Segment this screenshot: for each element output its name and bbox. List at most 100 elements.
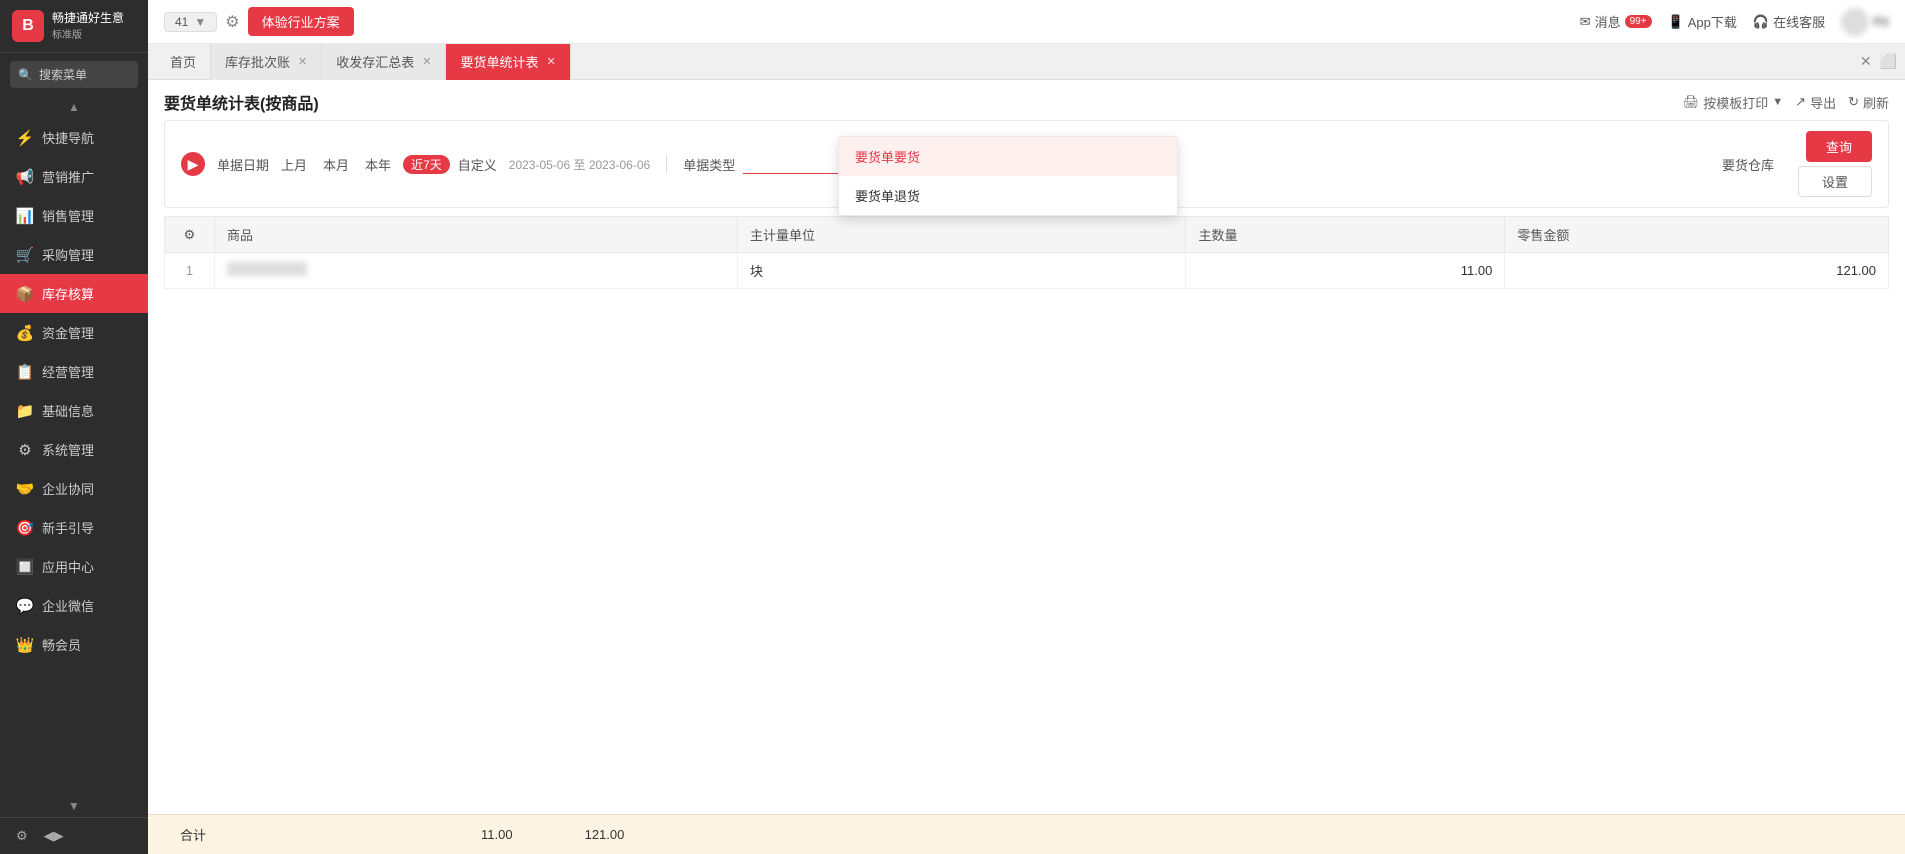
message-icon: ✉ xyxy=(1580,14,1591,30)
filter-expand-btn[interactable]: ▶ xyxy=(181,152,205,176)
this-month-btn[interactable]: 本月 xyxy=(319,153,353,176)
tabbar: 首页 库存批次账 ✕ 收发存汇总表 ✕ 要货单统计表 ✕ ✕ ⬜ xyxy=(148,44,1905,80)
sidebar-item-label: 畅会员 xyxy=(42,635,81,654)
tab-close-order-summary[interactable]: ✕ xyxy=(547,55,556,68)
sidebar-item-wechat[interactable]: 💬 企业微信 xyxy=(0,586,148,625)
sidebar: B 畅捷通好生意 标准版 🔍 搜索菜单 ▲ ⚡ 快捷导航 📢 营销推广 📊 销售… xyxy=(0,0,148,854)
sidebar-item-member[interactable]: 👑 畅会员 xyxy=(0,625,148,664)
page-title: 要货单统计表(按商品) xyxy=(164,90,319,114)
row-goods xyxy=(215,253,738,289)
sidebar-item-label: 系统管理 xyxy=(42,440,94,459)
sidebar-item-sales[interactable]: 📊 销售管理 xyxy=(0,196,148,235)
user-avatar-area[interactable]: Rit xyxy=(1841,8,1889,36)
tab-order-summary[interactable]: 要货单统计表 ✕ xyxy=(446,44,570,80)
sidebar-item-quick[interactable]: ⚡ 快捷导航 xyxy=(0,118,148,157)
service-icon: 🎧 xyxy=(1753,14,1769,30)
expand-tabs-icon[interactable]: ⬜ xyxy=(1880,53,1897,70)
dropdown-item-order-return[interactable]: 要货单退货 xyxy=(839,176,1177,215)
logo-icon: B xyxy=(12,10,44,42)
this-year-btn[interactable]: 本年 xyxy=(361,153,395,176)
page-actions: 🖨 按模板打印 ▼ ↗ 导出 ↻ 刷新 xyxy=(1683,93,1889,112)
sidebar-toggle-btn[interactable]: ◀▶ xyxy=(44,828,64,844)
tab-close-inventory-batch[interactable]: ✕ xyxy=(298,55,307,68)
print-btn[interactable]: 🖨 按模板打印 ▼ xyxy=(1683,93,1783,112)
home-tab-label: 首页 xyxy=(170,52,196,71)
sidebar-item-cooperation[interactable]: 🤝 企业协同 xyxy=(0,469,148,508)
tab-inventory-batch[interactable]: 库存批次账 ✕ xyxy=(211,44,322,80)
trial-btn[interactable]: 体验行业方案 xyxy=(248,7,354,36)
filter-action-buttons: 查询 设置 xyxy=(1790,131,1872,197)
messages-btn[interactable]: ✉ 消息 99+ xyxy=(1580,12,1652,31)
row-qty: 11.00 xyxy=(1186,253,1505,289)
sidebar-item-inventory[interactable]: 📦 库存核算 xyxy=(0,274,148,313)
finance-icon: 💰 xyxy=(16,324,34,342)
search-menu[interactable]: 🔍 搜索菜单 xyxy=(10,61,138,88)
online-service-btn[interactable]: 🎧 在线客服 xyxy=(1753,12,1825,31)
tab-home[interactable]: 首页 xyxy=(156,44,211,80)
search-menu-label: 搜索菜单 xyxy=(39,66,87,83)
chevron-down-icon[interactable]: ▼ xyxy=(194,15,206,29)
summary-label: 合计 xyxy=(180,825,206,844)
export-btn[interactable]: ↗ 导出 xyxy=(1795,93,1836,112)
sidebar-item-basic[interactable]: 📁 基础信息 xyxy=(0,391,148,430)
scroll-up-btn[interactable]: ▲ xyxy=(0,96,148,118)
page-header: 要货单统计表(按商品) 🖨 按模板打印 ▼ ↗ 导出 ↻ 刷新 xyxy=(148,80,1905,120)
sidebar-item-guide[interactable]: 🎯 新手引导 xyxy=(0,508,148,547)
gear-col-icon[interactable]: ⚙ xyxy=(184,227,196,242)
sidebar-item-finance[interactable]: 💰 资金管理 xyxy=(0,313,148,352)
filter-settings-btn[interactable]: 设置 xyxy=(1798,166,1872,197)
print-icon: 🖨 xyxy=(1683,94,1700,110)
summary-qty: 11.00 xyxy=(481,827,513,842)
sidebar-item-label: 营销推广 xyxy=(42,167,94,186)
sidebar-item-marketing[interactable]: 📢 营销推广 xyxy=(0,157,148,196)
settings-icon[interactable]: ⚙ xyxy=(16,828,28,844)
order-summary-tab-label: 要货单统计表 xyxy=(460,52,538,71)
topbar-left: 41 ▼ ⚙ 体验行业方案 xyxy=(164,7,1568,36)
basic-icon: 📁 xyxy=(16,402,34,420)
col-header-gear[interactable]: ⚙ xyxy=(165,217,215,253)
topbar-gear-icon[interactable]: ⚙ xyxy=(225,12,239,32)
warehouse-filter-label: 要货仓库 xyxy=(1722,155,1774,174)
refresh-icon: ↻ xyxy=(1848,94,1859,110)
custom-date-btn[interactable]: 自定义 xyxy=(458,155,497,174)
sidebar-item-label: 快捷导航 xyxy=(42,128,94,147)
type-dropdown: 要货单要货 要货单退货 xyxy=(838,136,1178,216)
col-header-goods: 商品 xyxy=(215,217,738,253)
sidebar-bottom: ⚙ ◀▶ xyxy=(0,817,148,854)
table-container: ⚙ 商品 主计量单位 主数量 零售金额 1 块 xyxy=(164,216,1889,814)
last-7-days-btn[interactable]: 近7天 xyxy=(403,155,450,174)
app-download-btn[interactable]: 📱 App下载 xyxy=(1668,12,1737,31)
col-header-qty: 主数量 xyxy=(1186,217,1505,253)
col-header-amount: 零售金额 xyxy=(1505,217,1889,253)
app-name: 畅捷通好生意 xyxy=(52,11,124,27)
sidebar-item-label: 库存核算 xyxy=(42,284,94,303)
query-btn[interactable]: 查询 xyxy=(1806,131,1872,162)
dropdown-item-order-goods[interactable]: 要货单要货 xyxy=(839,137,1177,176)
download-icon: 📱 xyxy=(1668,14,1684,30)
sales-icon: 📊 xyxy=(16,207,34,225)
tab-collect-summary[interactable]: 收发存汇总表 ✕ xyxy=(322,44,446,80)
sidebar-item-purchase[interactable]: 🛒 采购管理 xyxy=(0,235,148,274)
wechat-icon: 💬 xyxy=(16,597,34,615)
filter-divider-1 xyxy=(666,154,667,174)
type-filter-label: 单据类型 xyxy=(683,155,735,174)
last-month-btn[interactable]: 上月 xyxy=(277,153,311,176)
row-amount: 121.00 xyxy=(1505,253,1889,289)
tab-close-collect-summary[interactable]: ✕ xyxy=(422,55,431,68)
refresh-btn[interactable]: ↻ 刷新 xyxy=(1848,93,1889,112)
print-chevron-icon: ▼ xyxy=(1772,96,1783,108)
close-all-icon[interactable]: ✕ xyxy=(1860,53,1872,70)
sidebar-nav: ⚡ 快捷导航 📢 营销推广 📊 销售管理 🛒 采购管理 📦 库存核算 💰 资金管… xyxy=(0,118,148,795)
scroll-down-btn[interactable]: ▼ xyxy=(0,795,148,817)
app-logo: B 畅捷通好生意 标准版 xyxy=(0,0,148,53)
sidebar-item-appstore[interactable]: 🔲 应用中心 xyxy=(0,547,148,586)
sidebar-item-system[interactable]: ⚙ 系统管理 xyxy=(0,430,148,469)
inventory-batch-tab-label: 库存批次账 xyxy=(225,52,290,71)
table-row: 1 块 11.00 121.00 xyxy=(165,253,1889,289)
tabbar-right: ✕ ⬜ xyxy=(1860,53,1897,70)
sidebar-item-operation[interactable]: 📋 经营管理 xyxy=(0,352,148,391)
sidebar-item-label: 销售管理 xyxy=(42,206,94,225)
row-unit: 块 xyxy=(738,253,1186,289)
page-content: 要货单统计表(按商品) 🖨 按模板打印 ▼ ↗ 导出 ↻ 刷新 ▶ xyxy=(148,80,1905,854)
data-table: ⚙ 商品 主计量单位 主数量 零售金额 1 块 xyxy=(164,216,1889,289)
